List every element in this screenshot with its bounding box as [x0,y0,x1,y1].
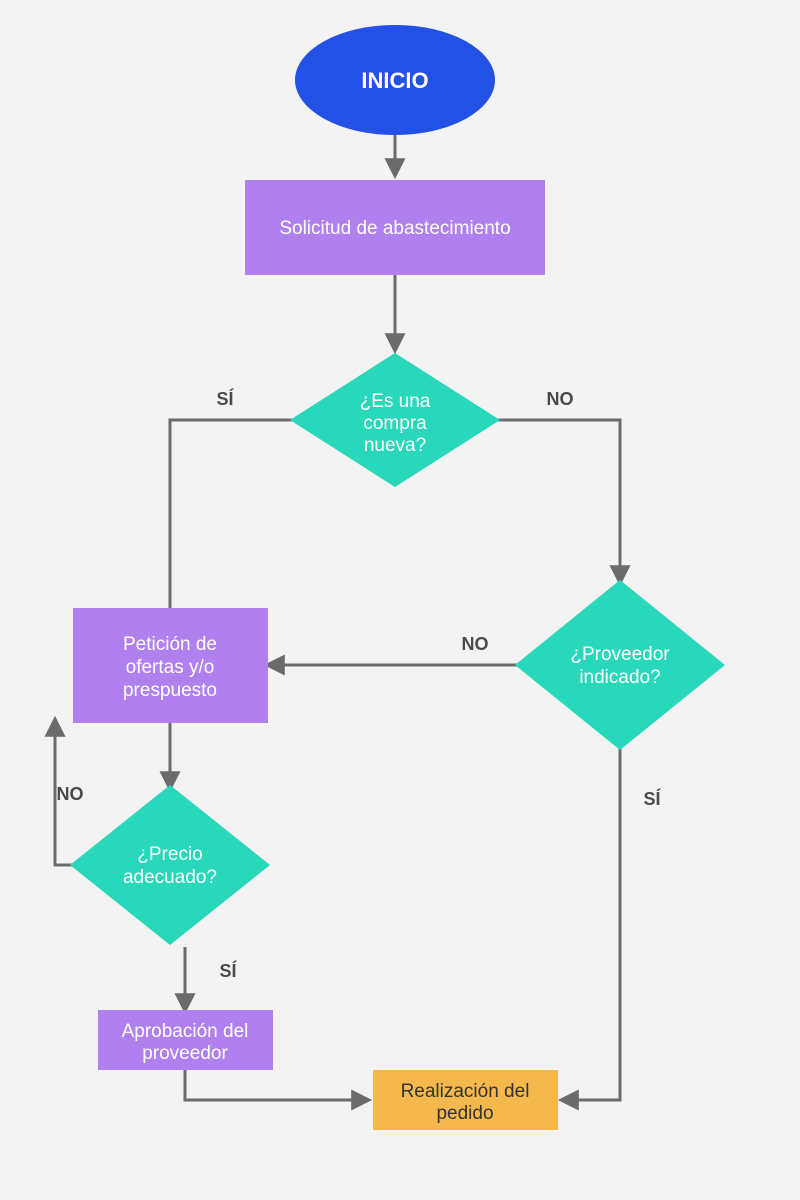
node-aprobacion-line2: proveedor [142,1043,228,1064]
edge-aprobacion-realizacion [185,1070,368,1100]
label-compra-no: NO [547,389,574,409]
node-compra-line2: compra [363,413,427,434]
node-precio-line2: adecuado? [123,867,217,888]
edge-proveedor-si [562,748,620,1100]
node-proveedor-line2: indicado? [579,667,660,688]
node-precio-line1: ¿Precio [137,844,202,865]
label-proveedor-no: NO [462,634,489,654]
node-proveedor-line1: ¿Proveedor [570,644,670,665]
node-compra-line3: nueva? [364,435,426,456]
node-peticion-line2: ofertas y/o [126,657,215,678]
label-precio-si: SÍ [219,960,237,981]
edge-compra-no [495,420,620,582]
label-compra-si: SÍ [216,388,234,409]
node-peticion-line1: Petición de [123,634,217,655]
node-peticion-line3: prespuesto [123,680,217,701]
node-realizacion-line2: pedido [436,1103,493,1124]
label-precio-no: NO [57,784,84,804]
node-aprobacion-line1: Aprobación del [122,1021,249,1042]
node-realizacion-line1: Realización del [401,1081,530,1102]
node-start-label: INICIO [361,68,428,93]
node-compra-line1: ¿Es una [360,391,431,412]
label-proveedor-si: SÍ [643,788,661,809]
node-solicitud-label: Solicitud de abastecimiento [279,218,510,239]
edge-compra-si [170,420,296,628]
flowchart-canvas: SÍ NO NO SÍ NO SÍ INICIO Solicitud de ab… [0,0,800,1200]
